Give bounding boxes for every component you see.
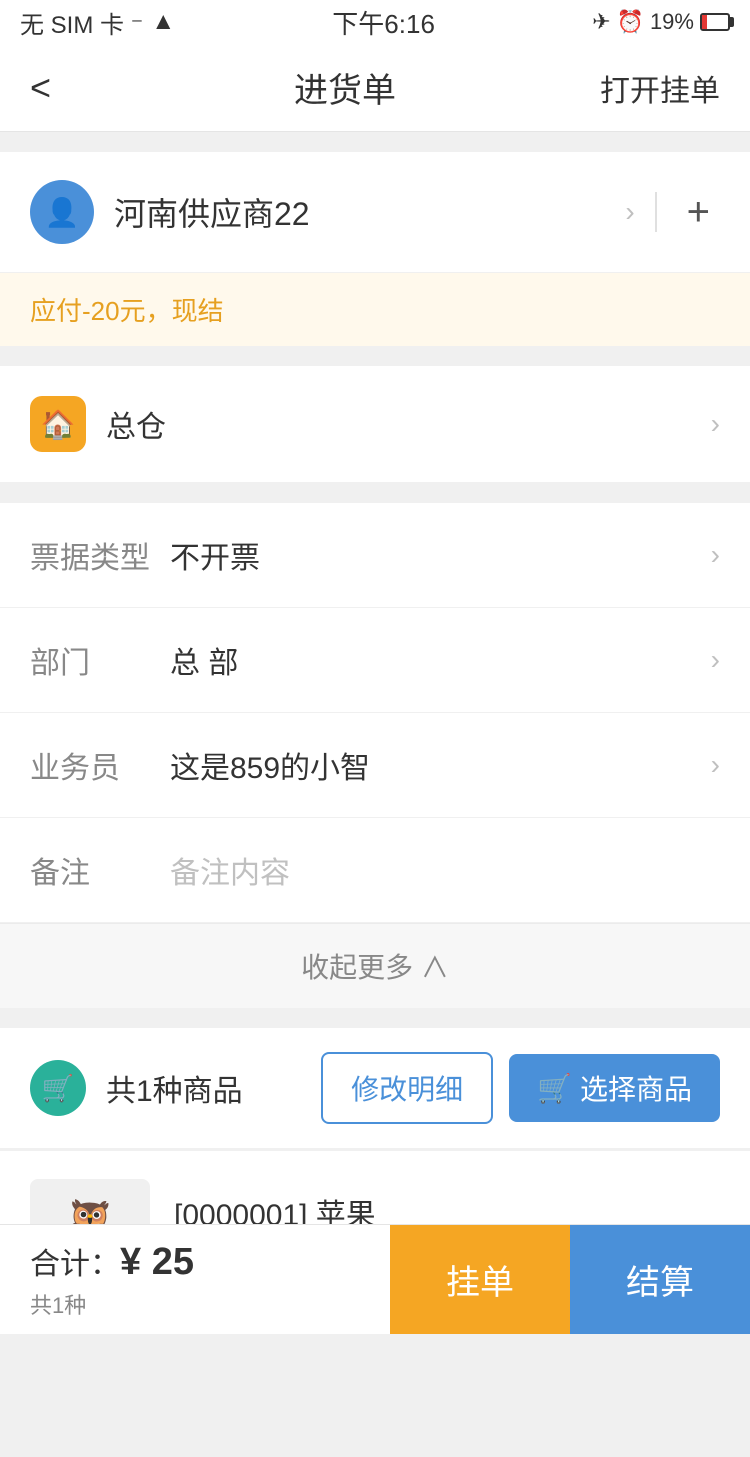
- fields-section: 票据类型 不开票 › 部门 总 部 › 业务员 这是859的小智 › 备注 备注…: [0, 503, 750, 1008]
- ticket-type-value: 不开票: [170, 533, 711, 577]
- alarm-icon: ⏰: [617, 9, 644, 35]
- warehouse-section: 🏠 总仓 ›: [0, 366, 750, 483]
- edit-detail-button[interactable]: 修改明细: [321, 1052, 493, 1124]
- department-value: 总 部: [170, 638, 711, 682]
- total-area: 合计：¥ 25 共1种: [0, 1225, 390, 1334]
- cart-icon: 🛒: [42, 1073, 74, 1104]
- supplier-arrow-icon: ›: [625, 196, 634, 228]
- hang-button[interactable]: 挂单: [390, 1225, 570, 1334]
- ticket-type-arrow-icon: ›: [711, 539, 720, 571]
- salesperson-value: 这是859的小智: [170, 743, 711, 787]
- total-sub: 共1种: [30, 1288, 360, 1320]
- bottom-bar: 合计：¥ 25 共1种 挂单 结算: [0, 1224, 750, 1334]
- checkout-button[interactable]: 结算: [570, 1225, 750, 1334]
- remark-input[interactable]: 备注内容: [170, 848, 720, 892]
- salesperson-arrow-icon: ›: [711, 749, 720, 781]
- remark-label: 备注: [30, 848, 170, 892]
- supplier-name: 河南供应商22: [114, 189, 625, 235]
- supplier-row[interactable]: 👤 河南供应商22 › +: [0, 152, 750, 273]
- wifi-icon: ▲: [151, 8, 175, 36]
- remark-row[interactable]: 备注 备注内容: [0, 818, 750, 923]
- sim-label: 无 SIM 卡 ⁻: [20, 5, 143, 40]
- gap-2: [0, 346, 750, 366]
- gap-4: [0, 1008, 750, 1028]
- gap-1: [0, 132, 750, 152]
- notice-banner: 应付-20元，现结: [0, 273, 750, 346]
- avatar-icon: 👤: [45, 196, 80, 229]
- battery-label: 19%: [650, 9, 694, 35]
- warehouse-row[interactable]: 🏠 总仓 ›: [0, 366, 750, 483]
- salesperson-row[interactable]: 业务员 这是859的小智 ›: [0, 713, 750, 818]
- supplier-avatar: 👤: [30, 180, 94, 244]
- supplier-divider: [655, 192, 657, 232]
- location-icon: ✈: [592, 9, 610, 35]
- add-supplier-button[interactable]: +: [677, 190, 720, 235]
- page-title: 进货单: [294, 63, 396, 112]
- ticket-type-row[interactable]: 票据类型 不开票 ›: [0, 503, 750, 608]
- collapse-button[interactable]: 收起更多 ∧: [0, 923, 750, 1008]
- warehouse-icon: 🏠: [30, 396, 86, 452]
- gap-3: [0, 483, 750, 503]
- status-bar: 无 SIM 卡 ⁻ ▲ 下午6:16 ✈ ⏰ 19%: [0, 0, 750, 44]
- salesperson-label: 业务员: [30, 743, 170, 787]
- status-time: 下午6:16: [332, 4, 435, 41]
- department-arrow-icon: ›: [711, 644, 720, 676]
- select-product-button[interactable]: 🛒 选择商品: [509, 1054, 720, 1122]
- supplier-section: 👤 河南供应商22 › + 应付-20元，现结: [0, 152, 750, 346]
- total-label: 合计：¥ 25: [30, 1239, 360, 1284]
- total-amount: ¥ 25: [120, 1241, 194, 1283]
- department-row[interactable]: 部门 总 部 ›: [0, 608, 750, 713]
- products-icon: 🛒: [30, 1060, 86, 1116]
- status-left: 无 SIM 卡 ⁻ ▲: [20, 5, 175, 40]
- select-cart-icon: 🛒: [537, 1072, 572, 1105]
- battery-icon: [700, 13, 730, 31]
- bottom-spacer: [0, 1327, 750, 1457]
- products-header: 🛒 共1种商品 修改明细 🛒 选择商品: [0, 1028, 750, 1149]
- products-count: 共1种商品: [106, 1066, 321, 1110]
- warehouse-name: 总仓: [106, 402, 711, 446]
- department-label: 部门: [30, 638, 170, 682]
- status-right: ✈ ⏰ 19%: [592, 9, 730, 35]
- nav-bar: < 进货单 打开挂单: [0, 44, 750, 132]
- open-hang-button[interactable]: 打开挂单: [600, 66, 720, 110]
- back-button[interactable]: <: [30, 67, 90, 109]
- warehouse-arrow-icon: ›: [711, 408, 720, 440]
- home-icon: 🏠: [41, 408, 76, 441]
- ticket-type-label: 票据类型: [30, 533, 170, 577]
